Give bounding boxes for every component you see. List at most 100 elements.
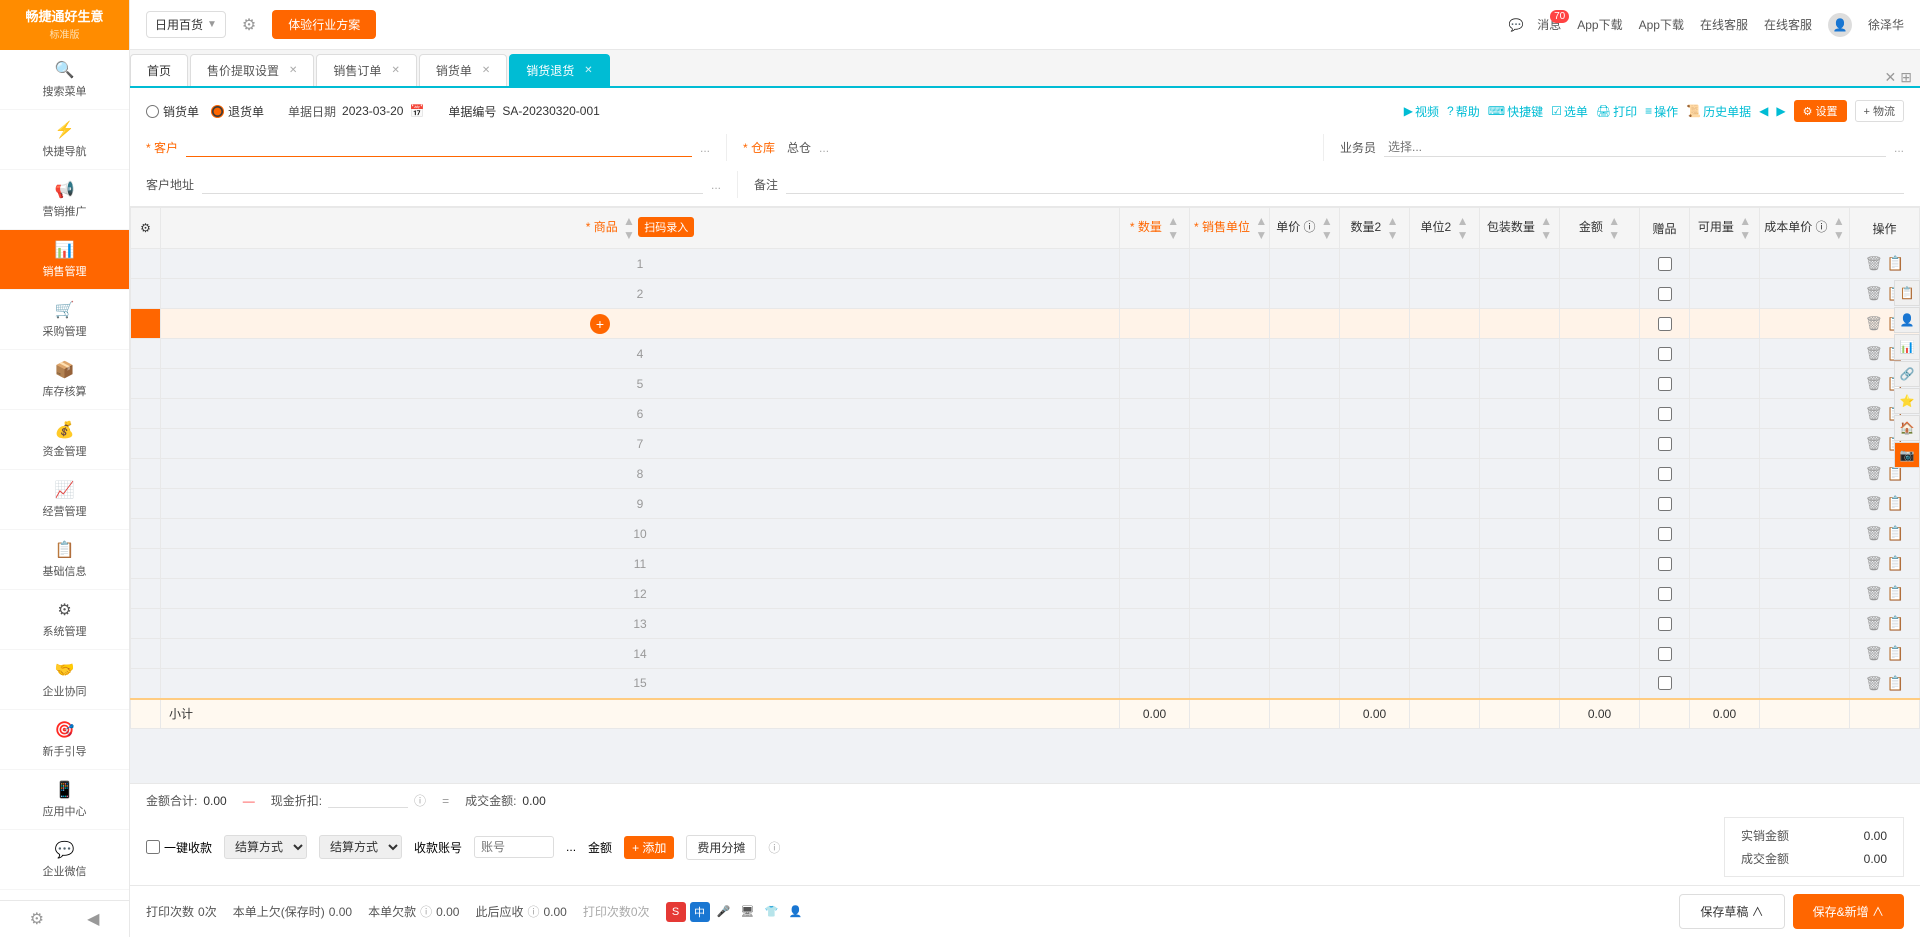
row-amount-13[interactable] <box>1560 609 1640 639</box>
copy-btn-13[interactable]: 📋 <box>1887 615 1904 632</box>
row-qty-14[interactable] <box>1120 639 1190 669</box>
row-pkg-6[interactable] <box>1480 399 1560 429</box>
row-product-11[interactable]: 11 <box>161 549 1120 579</box>
row-product-5[interactable]: 5 <box>161 369 1120 399</box>
row-gift-10[interactable] <box>1640 519 1690 549</box>
gift-checkbox-3[interactable] <box>1658 317 1672 331</box>
row-product-9[interactable]: 9 <box>161 489 1120 519</box>
row-qty-11[interactable] <box>1120 549 1190 579</box>
row-unit2-5[interactable] <box>1410 369 1480 399</box>
row-cost-2[interactable] <box>1760 279 1850 309</box>
gift-checkbox-2[interactable] <box>1658 287 1672 301</box>
salesperson-dots[interactable]: ... <box>1894 141 1904 155</box>
copy-btn-11[interactable]: 📋 <box>1887 555 1904 572</box>
row-cost-10[interactable] <box>1760 519 1850 549</box>
sidebar-item-企业协同[interactable]: 🤝企业协同 <box>0 650 129 710</box>
row-amount-12[interactable] <box>1560 579 1640 609</box>
row-qty-5[interactable] <box>1120 369 1190 399</box>
row-price-11[interactable] <box>1270 549 1340 579</box>
row-avail-7[interactable] <box>1690 429 1760 459</box>
row-unit-5[interactable] <box>1190 369 1270 399</box>
delete-btn-3[interactable]: 🗑 <box>1865 315 1883 332</box>
row-gift-12[interactable] <box>1640 579 1690 609</box>
sidebar-item-企业微信[interactable]: 💬企业微信 <box>0 830 129 890</box>
tab-售价提取设置[interactable]: 售价提取设置✕ <box>190 54 314 86</box>
row-avail-3[interactable] <box>1690 309 1760 339</box>
tab-销售订单[interactable]: 销售订单✕ <box>316 54 416 86</box>
remark-input[interactable] <box>786 175 1904 194</box>
customer-input[interactable] <box>186 138 692 157</box>
row-unit2-1[interactable] <box>1410 249 1480 279</box>
row-qty-13[interactable] <box>1120 609 1190 639</box>
gift-checkbox-1[interactable] <box>1658 257 1672 271</box>
sidebar-item-基础信息[interactable]: 📋基础信息 <box>0 530 129 590</box>
settlement-select[interactable]: 结算方式 <box>224 835 307 859</box>
row-amount-4[interactable] <box>1560 339 1640 369</box>
row-unit2-14[interactable] <box>1410 639 1480 669</box>
row-pkg-11[interactable] <box>1480 549 1560 579</box>
scan-btn[interactable]: 扫码录入 <box>638 217 694 237</box>
sys-icon-shirt[interactable]: 👕 <box>762 902 782 922</box>
copy-btn-1[interactable]: 📋 <box>1887 255 1904 272</box>
delete-btn-12[interactable]: 🗑 <box>1865 585 1883 602</box>
row-price-4[interactable] <box>1270 339 1340 369</box>
delete-btn-8[interactable]: 🗑 <box>1865 465 1883 482</box>
product-input-3[interactable] <box>610 318 690 332</box>
gift-checkbox-5[interactable] <box>1658 377 1672 391</box>
row-qty-12[interactable] <box>1120 579 1190 609</box>
row-unit2-15[interactable] <box>1410 669 1480 699</box>
sys-icon-mic[interactable]: 🎤 <box>714 902 734 922</box>
select-link[interactable]: ☑ 选单 <box>1551 103 1588 120</box>
col-settings-header[interactable]: ⚙ <box>131 208 161 249</box>
row-amount-2[interactable] <box>1560 279 1640 309</box>
row-unit-2[interactable] <box>1190 279 1270 309</box>
row-product-14[interactable]: 14 <box>161 639 1120 669</box>
row-pkg-9[interactable] <box>1480 489 1560 519</box>
row-price-3[interactable] <box>1270 309 1340 339</box>
sys-icon-user2[interactable]: 👤 <box>786 902 806 922</box>
customer-dots[interactable]: ... <box>700 141 710 155</box>
row-qty-7[interactable] <box>1120 429 1190 459</box>
copy-btn-12[interactable]: 📋 <box>1887 585 1904 602</box>
sidebar-item-库存核算[interactable]: 📦库存核算 <box>0 350 129 410</box>
save-draft-btn[interactable]: 保存草稿 ∧ <box>1679 894 1784 929</box>
app-download-link[interactable]: App下载 <box>1577 16 1622 33</box>
row-price-2[interactable] <box>1270 279 1340 309</box>
row-pkg-1[interactable] <box>1480 249 1560 279</box>
row-avail-15[interactable] <box>1690 669 1760 699</box>
fee-btn[interactable]: 费用分摊 <box>686 835 756 860</box>
gift-checkbox-7[interactable] <box>1658 437 1672 451</box>
row-qty2-6[interactable] <box>1340 399 1410 429</box>
row-price-6[interactable] <box>1270 399 1340 429</box>
tab-close-3[interactable]: ✕ <box>482 65 490 76</box>
calc-select[interactable]: 结算方式 <box>319 835 402 859</box>
row-unit2-6[interactable] <box>1410 399 1480 429</box>
gift-checkbox-10[interactable] <box>1658 527 1672 541</box>
row-amount-14[interactable] <box>1560 639 1640 669</box>
tab-close-1[interactable]: ✕ <box>289 65 297 76</box>
gift-checkbox-9[interactable] <box>1658 497 1672 511</box>
tab-销货退货[interactable]: 销货退货✕ <box>509 54 609 86</box>
row-qty2-8[interactable] <box>1340 459 1410 489</box>
row-avail-8[interactable] <box>1690 459 1760 489</box>
nav-next[interactable]: ▶ <box>1776 104 1785 118</box>
row-cost-4[interactable] <box>1760 339 1850 369</box>
address-input[interactable] <box>202 175 703 194</box>
save-new-btn[interactable]: 保存&新增 ∧ <box>1793 894 1904 929</box>
row-product-4[interactable]: 4 <box>161 339 1120 369</box>
tab-close-4[interactable]: ✕ <box>584 65 592 76</box>
logistics-btn[interactable]: + 物流 <box>1855 100 1904 122</box>
row-amount-1[interactable] <box>1560 249 1640 279</box>
row-cost-14[interactable] <box>1760 639 1850 669</box>
row-pkg-13[interactable] <box>1480 609 1560 639</box>
online-service-text[interactable]: 在线客服 <box>1764 16 1812 33</box>
shortcut-link[interactable]: ⌨ 快捷键 <box>1488 103 1543 120</box>
row-unit-1[interactable] <box>1190 249 1270 279</box>
gift-checkbox-13[interactable] <box>1658 617 1672 631</box>
gift-checkbox-14[interactable] <box>1658 647 1672 661</box>
row-qty-3[interactable] <box>1120 309 1190 339</box>
row-gift-5[interactable] <box>1640 369 1690 399</box>
row-gift-14[interactable] <box>1640 639 1690 669</box>
row-gift-11[interactable] <box>1640 549 1690 579</box>
row-unit-6[interactable] <box>1190 399 1270 429</box>
